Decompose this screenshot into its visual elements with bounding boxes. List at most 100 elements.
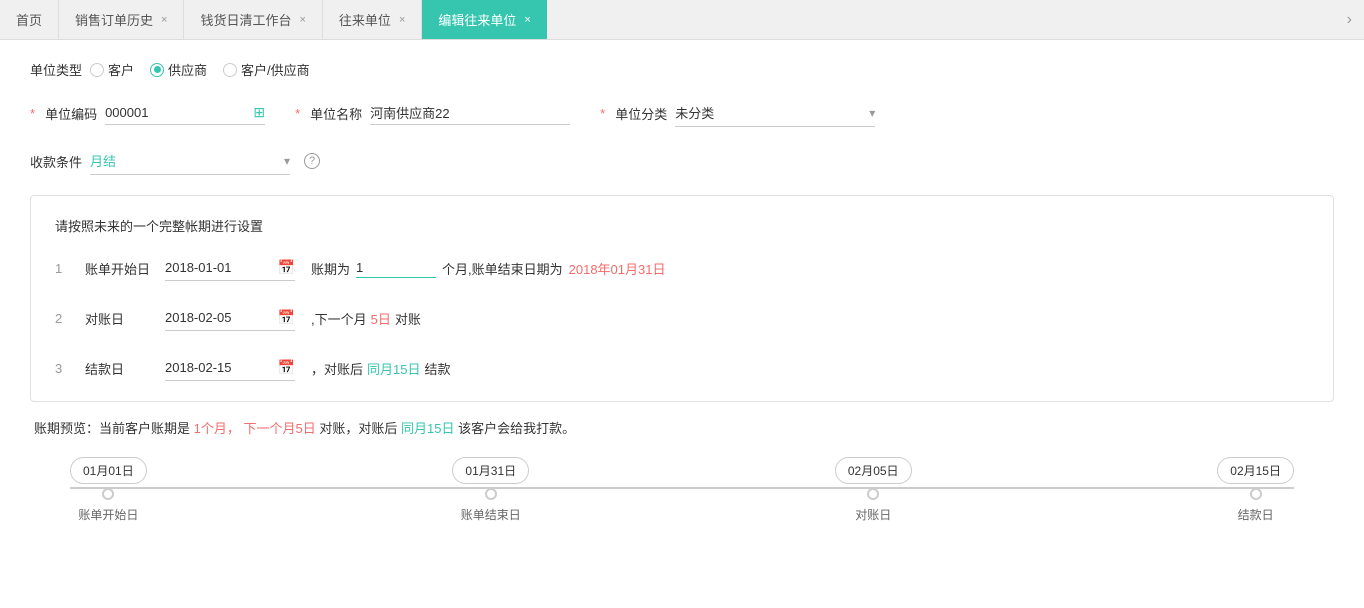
timeline-node-1: 01月01日 账单开始日 bbox=[70, 457, 147, 523]
timeline-container: 01月01日 账单开始日 01月31日 账单结束日 02月05日 对账日 02月… bbox=[30, 457, 1334, 523]
period-row-1-cal-icon[interactable]: 📅 bbox=[278, 259, 295, 276]
period-row-2-desc-pre: ,下一个月 bbox=[311, 309, 367, 328]
preview-section: 账期预览：当前客户账期是 1个月， 下一个月5日 对账，对账后 同月15日 该客… bbox=[30, 418, 1334, 437]
period-row-2-desc: ,下一个月 5日 对账 bbox=[311, 309, 421, 328]
timeline-node-3-dot bbox=[867, 488, 879, 500]
timeline-node-3-date: 02月05日 bbox=[835, 457, 912, 484]
unit-details-row: * 单位编码 ⊞ * 单位名称 * 单位分类 未分类 ▾ bbox=[30, 99, 1334, 127]
period-settings-card: 请按照未来的一个完整帐期进行设置 1 账单开始日 📅 账期为 个月,账单结束日期… bbox=[30, 195, 1334, 402]
unit-category-value: 未分类 bbox=[675, 103, 869, 122]
period-row-1-desc: 账期为 个月,账单结束日期为 2018年01月31日 bbox=[311, 258, 665, 278]
timeline-node-4-date: 02月15日 bbox=[1217, 457, 1294, 484]
period-row-3-date-wrap: 📅 bbox=[165, 355, 295, 381]
period-row-3: 3 结款日 📅 ，对账后 同月15日 结款 bbox=[55, 355, 1309, 381]
tab-partner-units-label: 往来单位 bbox=[339, 10, 391, 29]
unit-code-input[interactable] bbox=[105, 101, 253, 124]
period-card-title: 请按照未来的一个完整帐期进行设置 bbox=[55, 216, 1309, 235]
radio-supplier[interactable]: 供应商 bbox=[150, 60, 207, 79]
tab-home-label: 首页 bbox=[16, 10, 42, 29]
unit-code-picker-icon[interactable]: ⊞ bbox=[253, 104, 265, 121]
period-row-1-num: 1 bbox=[55, 261, 85, 276]
unit-type-radio-group: 客户 供应商 客户/供应商 bbox=[90, 60, 310, 79]
period-row-3-label: 结款日 bbox=[85, 359, 165, 378]
preview-reconcile: 下一个月5日 bbox=[244, 421, 316, 436]
period-row-2-cal-icon[interactable]: 📅 bbox=[278, 309, 295, 326]
period-row-1-desc-post: 个月,账单结束日期为 bbox=[442, 259, 563, 278]
preview-payment-suffix: 该客户会给我打款。 bbox=[458, 421, 575, 436]
radio-customer-supplier[interactable]: 客户/供应商 bbox=[223, 60, 310, 79]
unit-name-field: * 单位名称 bbox=[295, 101, 570, 125]
period-row-1-label: 账单开始日 bbox=[85, 259, 165, 278]
tab-cash-goods-workbench-label: 钱货日清工作台 bbox=[200, 10, 291, 29]
period-row-2: 2 对账日 📅 ,下一个月 5日 对账 bbox=[55, 305, 1309, 331]
unit-name-input[interactable] bbox=[370, 101, 570, 125]
timeline-node-3: 02月05日 对账日 bbox=[835, 457, 912, 523]
period-row-2-date-input[interactable] bbox=[165, 310, 278, 325]
tab-more-button[interactable]: › bbox=[1335, 11, 1364, 29]
radio-customer-circle bbox=[90, 63, 104, 77]
period-row-3-desc: ，对账后 同月15日 结款 bbox=[311, 359, 451, 378]
timeline-node-2-date: 01月31日 bbox=[452, 457, 529, 484]
tab-edit-partner-label: 编辑往来单位 bbox=[438, 10, 516, 29]
unit-name-required: * bbox=[295, 106, 300, 121]
radio-customer[interactable]: 客户 bbox=[90, 60, 134, 79]
timeline-node-1-label: 账单开始日 bbox=[78, 506, 138, 523]
period-row-2-desc-post: 对账 bbox=[395, 309, 421, 328]
unit-type-label: 单位类型 bbox=[30, 60, 82, 79]
timeline-node-2-label: 账单结束日 bbox=[461, 506, 521, 523]
unit-code-required: * bbox=[30, 106, 35, 121]
period-row-3-num: 3 bbox=[55, 361, 85, 376]
tab-cash-goods-workbench[interactable]: 钱货日清工作台 × bbox=[184, 0, 322, 39]
tab-partner-units-close[interactable]: × bbox=[399, 14, 405, 26]
payment-condition-select[interactable]: 月结 ▾ bbox=[90, 147, 290, 175]
payment-condition-help-icon[interactable]: ? bbox=[304, 153, 320, 169]
payment-condition-row: 收款条件 月结 ▾ ? bbox=[30, 147, 1334, 175]
period-row-1: 1 账单开始日 📅 账期为 个月,账单结束日期为 2018年01月31日 bbox=[55, 255, 1309, 281]
period-row-1-date-input[interactable] bbox=[165, 260, 278, 275]
unit-type-row: 单位类型 客户 供应商 客户/供应商 bbox=[30, 60, 1334, 79]
period-row-2-num: 2 bbox=[55, 311, 85, 326]
tab-edit-partner[interactable]: 编辑往来单位 × bbox=[422, 0, 546, 39]
timeline-node-3-label: 对账日 bbox=[855, 506, 891, 523]
radio-supplier-circle bbox=[150, 63, 164, 77]
preview-reconcile-suffix: 对账，对账后 bbox=[319, 421, 397, 436]
radio-customer-supplier-circle bbox=[223, 63, 237, 77]
period-row-2-highlight: 5日 bbox=[371, 309, 391, 328]
payment-condition-field: 收款条件 月结 ▾ ? bbox=[30, 147, 320, 175]
period-row-3-desc-post: 结款 bbox=[424, 359, 450, 378]
payment-condition-label: 收款条件 bbox=[30, 152, 82, 171]
tab-sales-order-history-label: 销售订单历史 bbox=[75, 10, 153, 29]
period-row-2-date-wrap: 📅 bbox=[165, 305, 295, 331]
main-content: 单位类型 客户 供应商 客户/供应商 * 单位编码 bbox=[0, 40, 1364, 608]
period-row-3-cal-icon[interactable]: 📅 bbox=[278, 359, 295, 376]
timeline-node-4-label: 结款日 bbox=[1238, 506, 1274, 523]
timeline-node-2-dot bbox=[485, 488, 497, 500]
unit-code-label: 单位编码 bbox=[45, 104, 97, 123]
unit-category-field: * 单位分类 未分类 ▾ bbox=[600, 99, 875, 127]
radio-customer-supplier-label: 客户/供应商 bbox=[241, 60, 310, 79]
unit-category-arrow-icon: ▾ bbox=[869, 106, 875, 120]
payment-condition-arrow-icon: ▾ bbox=[284, 154, 290, 168]
period-row-1-desc-pre: 账期为 bbox=[311, 259, 350, 278]
period-row-3-highlight: 同月15日 bbox=[367, 359, 420, 378]
unit-category-select[interactable]: 未分类 ▾ bbox=[675, 99, 875, 127]
unit-category-label: 单位分类 bbox=[615, 104, 667, 123]
period-row-3-date-input[interactable] bbox=[165, 360, 278, 375]
tab-bar: 首页 销售订单历史 × 钱货日清工作台 × 往来单位 × 编辑往来单位 × › bbox=[0, 0, 1364, 40]
tab-partner-units[interactable]: 往来单位 × bbox=[323, 0, 422, 39]
preview-months: 1个月， bbox=[194, 421, 240, 436]
radio-supplier-label: 供应商 bbox=[168, 60, 207, 79]
timeline-node-1-dot bbox=[102, 488, 114, 500]
tab-edit-partner-close[interactable]: × bbox=[524, 14, 530, 26]
preview-payment: 同月15日 bbox=[401, 421, 454, 436]
tab-sales-order-history[interactable]: 销售订单历史 × bbox=[59, 0, 184, 39]
period-months-input[interactable] bbox=[356, 258, 436, 278]
unit-type-field: 单位类型 客户 供应商 客户/供应商 bbox=[30, 60, 310, 79]
timeline-node-4: 02月15日 结款日 bbox=[1217, 457, 1294, 523]
tab-cash-goods-workbench-close[interactable]: × bbox=[299, 14, 305, 26]
tab-sales-order-history-close[interactable]: × bbox=[161, 14, 167, 26]
timeline-node-4-dot bbox=[1250, 488, 1262, 500]
unit-code-input-wrap: ⊞ bbox=[105, 101, 265, 125]
tab-home[interactable]: 首页 bbox=[0, 0, 59, 39]
period-row-1-date-wrap: 📅 bbox=[165, 255, 295, 281]
